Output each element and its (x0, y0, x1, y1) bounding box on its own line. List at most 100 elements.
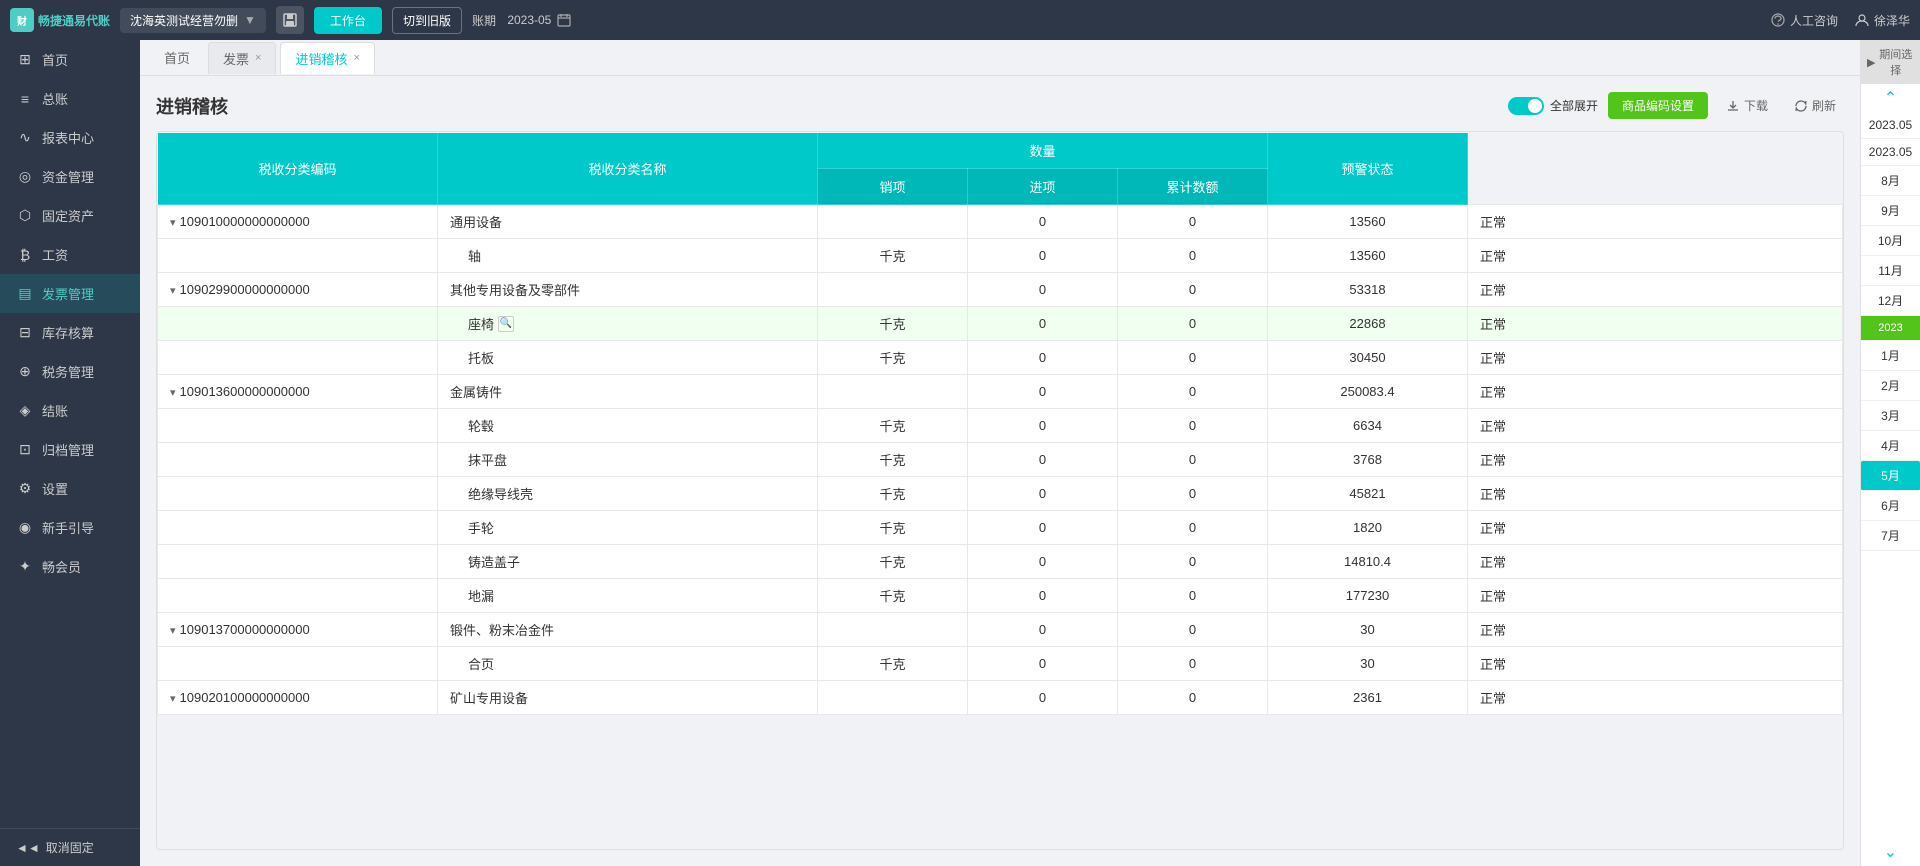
period-item[interactable]: 6月 (1861, 491, 1920, 521)
period-item[interactable]: 3月 (1861, 401, 1920, 431)
tax-name-cell: 轮毂 (438, 409, 818, 443)
period-item[interactable]: 10月 (1861, 226, 1920, 256)
tax-code-cell: ▾ 109029900000000000 (158, 273, 438, 307)
period-label: 账期 2023-05 (472, 12, 571, 29)
tax-name-cell: 锻件、粉末冶金件 (438, 613, 818, 647)
expand-icon[interactable]: ▾ (170, 693, 176, 705)
col-tax-name: 税收分类名称 (438, 133, 818, 205)
table-row: 轮毂千克006634正常 (158, 409, 1843, 443)
tab-invoice[interactable]: 发票 × (208, 42, 276, 74)
company-selector[interactable]: 沈海英测试经营勿删 ▼ (120, 8, 266, 33)
tax-name-cell: 托板 (438, 341, 818, 375)
support-button[interactable]: 人工咨询 (1770, 12, 1838, 29)
scroll-up-button[interactable]: ⌃ (1861, 84, 1920, 112)
sidebar-item-ledger[interactable]: ≡总账 (0, 79, 140, 118)
tax-name-cell: 绝缘导线壳 (438, 477, 818, 511)
purchase-cell: 0 (1118, 443, 1268, 477)
sidebar-item-settings[interactable]: ⚙设置 (0, 469, 140, 508)
status-cell: 正常 (1468, 205, 1843, 239)
download-button[interactable]: 下载 (1718, 93, 1776, 118)
period-item[interactable]: 2023.05 (1861, 139, 1920, 166)
status-cell: 正常 (1468, 613, 1843, 647)
toggle-expand-all[interactable]: 全部展开 (1508, 97, 1598, 115)
save-button[interactable] (276, 6, 304, 34)
ledger-icon: ≡ (16, 90, 34, 108)
product-code-button[interactable]: 商品编码设置 (1608, 92, 1708, 119)
tax-code-cell: ▾109013600000000000 (158, 375, 438, 409)
switch-version-button[interactable]: 切到旧版 (392, 7, 462, 34)
expand-icon[interactable]: ▾ (170, 625, 176, 637)
tab-reconcile[interactable]: 进销稽核 × (280, 42, 374, 74)
expand-icon[interactable]: ▾ (170, 387, 176, 399)
sidebar-item-member[interactable]: ✦畅会员 (0, 547, 140, 586)
sidebar-item-salary[interactable]: ₿ 工资 (0, 235, 140, 274)
search-cell-icon[interactable]: 🔍 (498, 316, 514, 332)
app-logo: 财 畅捷通易代账 (10, 8, 110, 32)
sales-cell: 0 (968, 307, 1118, 341)
period-item[interactable]: 12月 (1861, 286, 1920, 316)
tax-name-cell: 座椅🔍 (438, 307, 818, 341)
guide-icon: ◉ (16, 519, 34, 537)
fixed-assets-icon: ⬡ (16, 207, 34, 225)
status-cell: 正常 (1468, 273, 1843, 307)
tab-reconcile-close[interactable]: × (353, 52, 359, 64)
total-cell: 250083.4 (1268, 375, 1468, 409)
period-item[interactable]: 2023 (1861, 316, 1920, 341)
period-item[interactable]: 8月 (1861, 166, 1920, 196)
tax-code-cell (158, 511, 438, 545)
period-item[interactable]: 7月 (1861, 521, 1920, 551)
period-item[interactable]: 5月 (1861, 461, 1920, 491)
user-info: 徐泽华 (1854, 12, 1910, 29)
purchase-cell: 0 (1118, 647, 1268, 681)
sidebar-label-salary: 工资 (42, 245, 68, 264)
period-item[interactable]: 1月 (1861, 341, 1920, 371)
sidebar-item-home[interactable]: ⊞首页 (0, 40, 140, 79)
toggle-switch[interactable] (1508, 97, 1544, 115)
report-icon: ∿ (16, 129, 34, 147)
total-cell: 22868 (1268, 307, 1468, 341)
salary-icon: ₿ (16, 246, 34, 264)
sales-cell: 0 (968, 545, 1118, 579)
col-tax-code: 税收分类编码 (158, 133, 438, 205)
table-row: ▾109013700000000000锻件、粉末冶金件0030正常 (158, 613, 1843, 647)
tax-code-cell (158, 307, 438, 341)
expand-icon[interactable]: ▾ (170, 217, 176, 229)
total-cell: 30 (1268, 613, 1468, 647)
tax-code-value: 109029900000000000 (180, 282, 310, 297)
cancel-pin-button[interactable]: ◄◄ 取消固定 (0, 829, 140, 866)
sidebar-item-funds[interactable]: ◎资金管理 (0, 157, 140, 196)
refresh-button[interactable]: 刷新 (1786, 93, 1844, 118)
period-item[interactable]: 2月 (1861, 371, 1920, 401)
tax-code-cell (158, 545, 438, 579)
page-header: 进销稽核 全部展开 商品编码设置 下载 (156, 92, 1844, 119)
expand-icon[interactable]: ▾ (170, 285, 176, 297)
archive-icon: ⊡ (16, 441, 34, 459)
sidebar-item-tax[interactable]: ⊕税务管理 (0, 352, 140, 391)
sidebar-label-home: 首页 (42, 50, 68, 69)
period-item[interactable]: 11月 (1861, 256, 1920, 286)
tax-code-cell (158, 409, 438, 443)
sidebar-item-fixed-assets[interactable]: ⬡ 固定资产 (0, 196, 140, 235)
sales-cell: 0 (968, 409, 1118, 443)
member-icon: ✦ (16, 558, 34, 576)
tab-invoice-close[interactable]: × (255, 52, 261, 64)
purchase-cell: 0 (1118, 477, 1268, 511)
sidebar-item-invoice-mgmt[interactable]: ▤发票管理 (0, 274, 140, 313)
scroll-down-button[interactable]: ⌄ (1861, 838, 1920, 866)
unit-cell: 千克 (818, 409, 968, 443)
sidebar-item-inventory[interactable]: ⊟库存核算 (0, 313, 140, 352)
sidebar-item-archive[interactable]: ⊡归档管理 (0, 430, 140, 469)
period-item[interactable]: 9月 (1861, 196, 1920, 226)
purchase-cell: 0 (1118, 307, 1268, 341)
sidebar-label-fixed-assets: 固定资产 (42, 206, 94, 225)
workbench-button[interactable]: 工作台 (314, 7, 382, 34)
total-cell: 2361 (1268, 681, 1468, 715)
period-selector-header[interactable]: ▶ 期间选择 (1861, 40, 1920, 84)
period-item[interactable]: 4月 (1861, 431, 1920, 461)
sidebar-item-guide[interactable]: ◉新手引导 (0, 508, 140, 547)
sidebar-item-settle[interactable]: ◈结账 (0, 391, 140, 430)
sidebar-item-report[interactable]: ∿报表中心 (0, 118, 140, 157)
period-item[interactable]: 2023.05 (1861, 112, 1920, 139)
tab-home[interactable]: 首页 (150, 42, 204, 73)
unit-cell (818, 273, 968, 307)
